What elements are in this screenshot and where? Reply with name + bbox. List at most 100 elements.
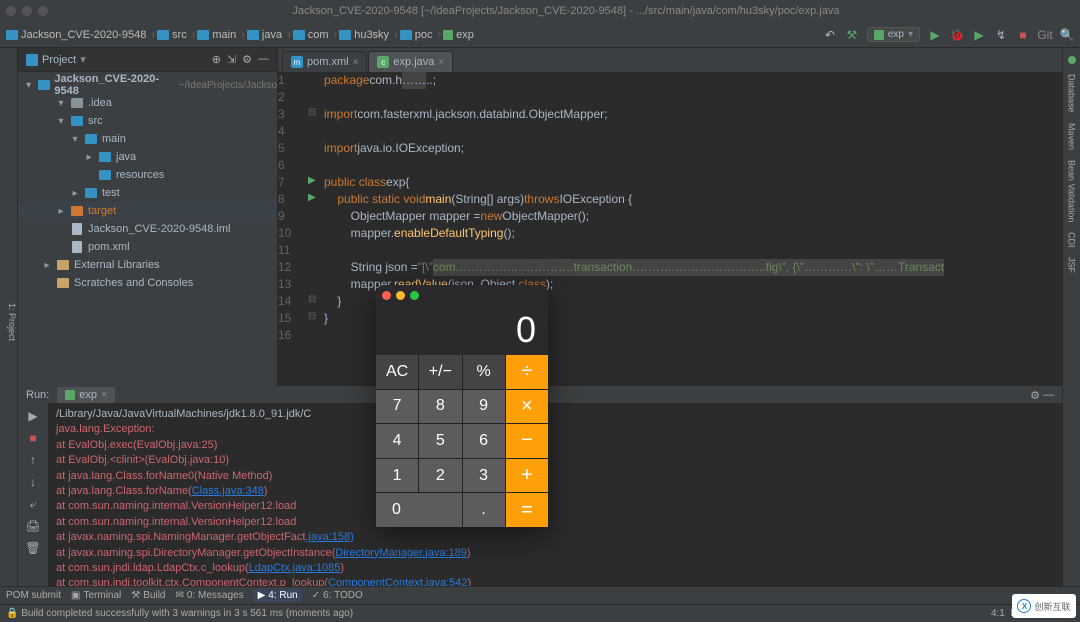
minimize-icon[interactable]: [22, 6, 32, 16]
calc-key-0[interactable]: 0: [376, 493, 462, 527]
calc-key-7[interactable]: 7: [376, 390, 418, 424]
tool-bean[interactable]: Bean Validation: [1067, 160, 1077, 222]
bt-terminal[interactable]: ▣ Terminal: [71, 590, 121, 601]
run-tab[interactable]: exp ×: [57, 387, 115, 403]
titlebar: Jackson_CVE-2020-9548 [~/IdeaProjects/Ja…: [0, 0, 1080, 22]
crumb[interactable]: hu3sky: [339, 29, 398, 41]
calc-key-4[interactable]: 4: [376, 424, 418, 458]
tree-row[interactable]: ▸target: [18, 202, 277, 220]
right-tool-stripe: Database Maven Bean Validation CDI JSF: [1062, 48, 1080, 586]
bottom-tool-tabs: POM submit ▣ Terminal ⚒ Build ✉ 0: Messa…: [0, 586, 1080, 604]
toolbar: Jackson_CVE-2020-9548srcmainjavacomhu3sk…: [0, 22, 1080, 48]
stop-icon[interactable]: ■: [1016, 28, 1030, 42]
tool-database[interactable]: Database: [1067, 74, 1077, 113]
hide-icon[interactable]: —: [1043, 389, 1054, 401]
expand-icon[interactable]: ⇲: [227, 53, 236, 66]
tree-row[interactable]: pom.xml: [18, 238, 277, 256]
tree-row[interactable]: ▾main: [18, 130, 277, 148]
tool-project[interactable]: 1: Project: [7, 303, 17, 341]
bt-todo[interactable]: ✓ 6: TODO: [312, 590, 363, 601]
close-icon[interactable]: [382, 291, 391, 300]
tree-row[interactable]: ▸java: [18, 148, 277, 166]
tree-row[interactable]: Jackson_CVE-2020-9548.iml: [18, 220, 277, 238]
run-config-select[interactable]: exp ▾: [867, 27, 920, 42]
close-icon[interactable]: [6, 6, 16, 16]
console-output[interactable]: /Library/Java/JavaVirtualMachines/jdk1.8…: [48, 403, 1062, 611]
minimize-icon[interactable]: [396, 291, 405, 300]
calc-key-9[interactable]: 9: [463, 390, 505, 424]
gear-icon[interactable]: ⚙: [242, 53, 252, 66]
calc-key-+/−[interactable]: +/−: [419, 355, 461, 389]
tool-jsf[interactable]: JSF: [1067, 257, 1077, 273]
maximize-icon[interactable]: [38, 6, 48, 16]
bt-messages[interactable]: ✉ 0: Messages: [175, 590, 243, 601]
tree-row[interactable]: ▾src: [18, 112, 277, 130]
crumb[interactable]: poc: [400, 29, 441, 41]
calc-key-8[interactable]: 8: [419, 390, 461, 424]
tool-maven[interactable]: Maven: [1067, 123, 1077, 150]
wrap-icon[interactable]: ⤶: [24, 495, 42, 513]
run-icon[interactable]: ▶: [928, 28, 942, 42]
attach-icon[interactable]: ↯: [994, 28, 1008, 42]
profile-icon[interactable]: ▶: [972, 28, 986, 42]
crumb[interactable]: exp: [443, 29, 479, 41]
status-bar: 🔒 Build completed successfully with 3 wa…: [0, 604, 1080, 622]
down-icon[interactable]: ↓: [24, 473, 42, 491]
locate-icon[interactable]: ⊕: [212, 53, 221, 66]
caret-pos[interactable]: 4:1: [991, 608, 1005, 619]
maximize-icon[interactable]: [410, 291, 419, 300]
editor-tab[interactable]: mpom.xml×: [282, 51, 367, 72]
stop-icon[interactable]: ■: [24, 429, 42, 447]
window-title: Jackson_CVE-2020-9548 [~/IdeaProjects/Ja…: [58, 5, 1074, 17]
crumb[interactable]: java: [247, 29, 291, 41]
status-ok-icon: [1068, 56, 1076, 64]
calc-key-6[interactable]: 6: [463, 424, 505, 458]
bt-pom[interactable]: POM submit: [6, 590, 61, 601]
calc-key-1[interactable]: 1: [376, 459, 418, 493]
rerun-icon[interactable]: ▶: [24, 407, 42, 425]
tree-row[interactable]: Scratches and Consoles: [18, 274, 277, 292]
bt-run[interactable]: ▶ 4: Run: [254, 589, 302, 602]
editor-tabs: mpom.xml×cexp.java×: [278, 48, 1062, 72]
project-panel-title[interactable]: Project ▾: [26, 53, 86, 66]
debug-icon[interactable]: 🐞: [950, 28, 964, 42]
gear-icon[interactable]: ⚙: [1030, 389, 1040, 402]
editor-tab[interactable]: cexp.java×: [368, 51, 453, 72]
crumb[interactable]: Jackson_CVE-2020-9548: [6, 29, 155, 41]
crumb[interactable]: src: [157, 29, 195, 41]
tree-root[interactable]: ▾ Jackson_CVE-2020-9548 ~/IdeaProjects/J…: [18, 76, 277, 94]
search-icon[interactable]: 🔍: [1060, 28, 1074, 42]
calc-display: 0: [376, 305, 548, 355]
calc-key-+[interactable]: +: [506, 459, 548, 493]
lock-icon[interactable]: 🔒: [6, 608, 18, 619]
calc-key-×[interactable]: ×: [506, 390, 548, 424]
crumb[interactable]: com: [293, 29, 337, 41]
tree-row[interactable]: ▸test: [18, 184, 277, 202]
calculator-window[interactable]: 0 AC+/−%÷ 789× 456− 123+0.=: [376, 285, 548, 527]
print-icon[interactable]: 🖨: [24, 517, 42, 535]
calc-key-3[interactable]: 3: [463, 459, 505, 493]
calc-key-%[interactable]: %: [463, 355, 505, 389]
vcs-icon[interactable]: Git: [1038, 28, 1052, 42]
hammer-icon[interactable]: ⚒: [845, 28, 859, 42]
tool-cdi[interactable]: CDI: [1067, 232, 1077, 248]
hide-icon[interactable]: —: [258, 53, 269, 66]
trash-icon[interactable]: 🗑: [24, 539, 42, 557]
tree-row[interactable]: ▸External Libraries: [18, 256, 277, 274]
tree-row[interactable]: resources: [18, 166, 277, 184]
up-icon[interactable]: ↑: [24, 451, 42, 469]
status-message: Build completed successfully with 3 warn…: [21, 608, 353, 619]
calc-key-−[interactable]: −: [506, 424, 548, 458]
calc-key-÷[interactable]: ÷: [506, 355, 548, 389]
bt-build[interactable]: ⚒ Build: [131, 590, 165, 601]
breadcrumb[interactable]: Jackson_CVE-2020-9548srcmainjavacomhu3sk…: [6, 29, 479, 41]
calc-key-AC[interactable]: AC: [376, 355, 418, 389]
calc-keypad: AC+/−%÷ 789× 456− 123+0.=: [376, 355, 548, 527]
back-icon[interactable]: ↶: [823, 28, 837, 42]
left-tool-stripe: 1: Project 2: Favorites 7: Structure: [0, 48, 18, 586]
calc-key-2[interactable]: 2: [419, 459, 461, 493]
calc-key-=[interactable]: =: [506, 493, 548, 527]
calc-key-5[interactable]: 5: [419, 424, 461, 458]
calc-key-.[interactable]: .: [463, 493, 505, 527]
crumb[interactable]: main: [197, 29, 245, 41]
